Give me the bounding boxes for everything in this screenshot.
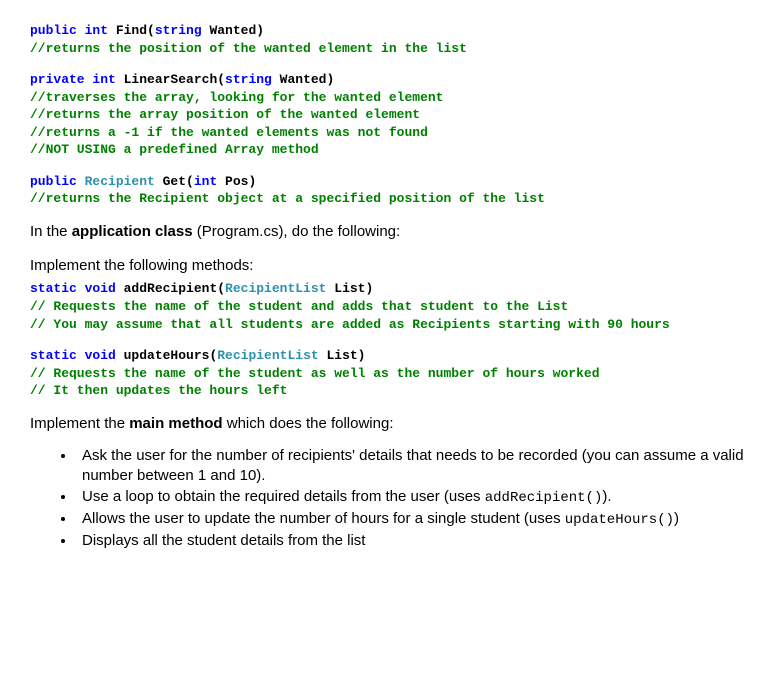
param: List) [319, 348, 366, 363]
keyword: int [194, 174, 217, 189]
list-item: Use a loop to obtain the required detail… [76, 487, 750, 508]
list-item: Ask the user for the number of recipient… [76, 446, 750, 487]
comment: //traverses the array, looking for the w… [30, 90, 443, 105]
keyword: string [225, 72, 272, 87]
comment: //returns the position of the wanted ele… [30, 41, 467, 56]
comment: // You may assume that all students are … [30, 317, 670, 332]
bold-text: application class [72, 223, 193, 240]
comment: // Requests the name of the student and … [30, 299, 568, 314]
bold-text: main method [129, 415, 222, 432]
text: (Program.cs), do the following: [193, 223, 401, 240]
comment: //returns the Recipient object at a spec… [30, 191, 545, 206]
param: List) [326, 281, 373, 296]
code-block-addrecipient: static void addRecipient(RecipientList L… [30, 280, 750, 333]
comment: //NOT USING a predefined Array method [30, 142, 319, 157]
comment: //returns a -1 if the wanted elements wa… [30, 125, 428, 140]
keyword: public [30, 174, 77, 189]
method-name: addRecipient( [116, 281, 225, 296]
method-name: Find( [108, 23, 155, 38]
param: Pos) [217, 174, 256, 189]
comment: // Requests the name of the student as w… [30, 366, 600, 381]
text: Implement the [30, 415, 129, 432]
list-item: Displays all the student details from th… [76, 531, 750, 551]
param: Wanted) [202, 23, 264, 38]
mono-text: updateHours() [565, 512, 674, 528]
method-name: Get( [155, 174, 194, 189]
comment: // It then updates the hours left [30, 383, 287, 398]
method-name: updateHours( [116, 348, 217, 363]
text: which does the following: [223, 415, 394, 432]
keyword: static void [30, 348, 116, 363]
prose-implement-methods: Implement the following methods: [30, 256, 750, 276]
comment: //returns the array position of the want… [30, 107, 420, 122]
text: In the [30, 223, 72, 240]
keyword: string [155, 23, 202, 38]
keyword: private int [30, 72, 116, 87]
text: ) [674, 510, 679, 527]
type: RecipientList [217, 348, 318, 363]
method-name: LinearSearch( [116, 72, 225, 87]
prose-main-method: Implement the main method which does the… [30, 414, 750, 434]
prose-application-class: In the application class (Program.cs), d… [30, 222, 750, 242]
keyword: static void [30, 281, 116, 296]
type: Recipient [77, 174, 155, 189]
text: Allows the user to update the number of … [82, 510, 565, 527]
text: Ask the user for the number of recipient… [82, 447, 744, 484]
code-block-get: public Recipient Get(int Pos) //returns … [30, 173, 750, 208]
list-item: Allows the user to update the number of … [76, 509, 750, 530]
main-method-list: Ask the user for the number of recipient… [76, 446, 750, 552]
text: Use a loop to obtain the required detail… [82, 488, 485, 505]
text: Displays all the student details from th… [82, 532, 365, 549]
text: ). [602, 488, 611, 505]
code-block-find: public int Find(string Wanted) //returns… [30, 22, 750, 57]
keyword: public int [30, 23, 108, 38]
type: RecipientList [225, 281, 326, 296]
param: Wanted) [272, 72, 334, 87]
code-block-linearsearch: private int LinearSearch(string Wanted) … [30, 71, 750, 159]
code-block-updatehours: static void updateHours(RecipientList Li… [30, 347, 750, 400]
mono-text: addRecipient() [485, 490, 603, 506]
